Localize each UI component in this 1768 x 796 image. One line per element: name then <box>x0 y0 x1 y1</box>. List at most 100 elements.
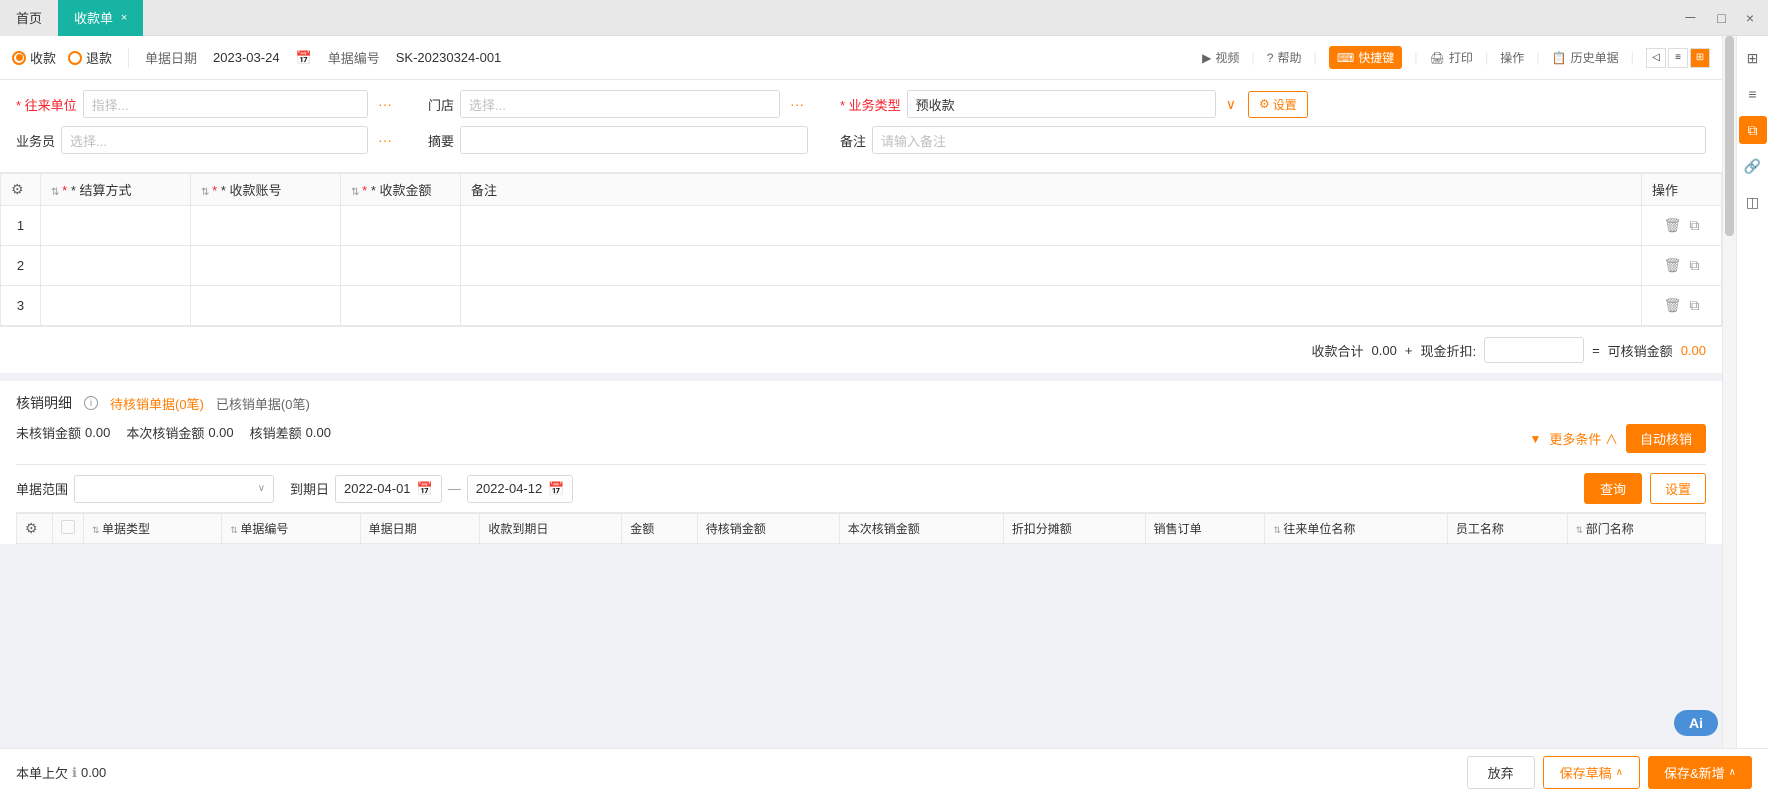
row-num-1: 1 <box>1 206 41 246</box>
equals-sign: = <box>1592 343 1600 358</box>
save-draft-button[interactable]: 保存草稿 ∧ <box>1543 756 1640 789</box>
layout-icon-2[interactable]: ≡ <box>1668 48 1688 68</box>
table-settings-icon[interactable]: ⚙ <box>11 181 24 197</box>
more-conditions-btn[interactable]: 更多条件 ∧ <box>1549 429 1618 448</box>
panel-btn-table[interactable]: ⊞ <box>1739 44 1767 72</box>
store-more-btn[interactable]: ··· <box>786 96 808 112</box>
row-2-settlement[interactable] <box>41 246 191 286</box>
store-input[interactable]: 选择... <box>460 90 780 118</box>
row-2-account[interactable] <box>191 246 341 286</box>
bth-counterparty: ⇅ 往来单位名称 <box>1265 514 1448 544</box>
discount-input[interactable] <box>1484 337 1584 363</box>
row-1-settlement[interactable] <box>41 206 191 246</box>
video-btn[interactable]: ▶ 视频 <box>1202 49 1239 66</box>
stat-diff-label: 核销差额 <box>250 423 302 442</box>
salesperson-input[interactable]: 选择... <box>61 126 368 154</box>
close-button[interactable]: × <box>1740 8 1760 28</box>
radio-tuidan[interactable]: 退款 <box>68 48 112 67</box>
print-btn[interactable]: 🖨 打印 <box>1430 49 1473 66</box>
counterparty-input[interactable]: 指择... <box>83 90 368 118</box>
writeoff-stats: 未核销金额 0.00 本次核销金额 0.00 核销差额 0.00 <box>16 423 331 442</box>
main-scrollbar[interactable] <box>1722 36 1736 748</box>
row-1-account[interactable] <box>191 206 341 246</box>
row-3-remark[interactable] <box>461 286 1642 326</box>
counterparty-field: * 往来单位 指择... ··· <box>16 90 396 118</box>
date-to-field[interactable]: 2022-04-12 📅 <box>467 475 574 503</box>
row-3-settlement[interactable] <box>41 286 191 326</box>
row-3-delete-icon[interactable]: 🗑 <box>1664 297 1682 314</box>
video-icon: ▶ <box>1202 51 1211 65</box>
panel-btn-camera[interactable]: ◫ <box>1739 188 1767 216</box>
discard-button[interactable]: 放弃 <box>1467 756 1535 789</box>
biztype-dropdown-icon[interactable]: ∨ <box>1222 96 1240 113</box>
row-3-copy-icon[interactable]: ⧉ <box>1689 297 1699 314</box>
tab-done[interactable]: 已核销单据(0笔) <box>216 394 310 413</box>
duedate-field: 到期日 2022-04-01 📅 — 2022-04-12 📅 <box>290 475 573 503</box>
salesperson-label: 业务员 <box>16 131 55 150</box>
bth-settings[interactable]: ⚙ <box>17 514 53 544</box>
tab-pending[interactable]: 待核销单据(0笔) <box>110 394 204 413</box>
history-label: 历史单据 <box>1571 49 1619 66</box>
date-label: 单据日期 <box>145 48 197 67</box>
settings-icon: ⚙ <box>1259 97 1270 111</box>
query-button[interactable]: 查询 <box>1584 473 1642 504</box>
help-btn[interactable]: ? 帮助 <box>1267 49 1302 66</box>
tab-home[interactable]: 首页 <box>0 0 58 36</box>
operation-btn[interactable]: 操作 <box>1500 49 1524 66</box>
ai-button[interactable]: Ai <box>1674 710 1718 736</box>
counterparty-more-btn[interactable]: ··· <box>374 96 396 112</box>
bottom-table-settings-icon[interactable]: ⚙ <box>25 520 38 536</box>
print-icon: 🖨 <box>1430 51 1445 65</box>
row-2-amount[interactable] <box>341 246 461 286</box>
row-1-amount[interactable] <box>341 206 461 246</box>
th-action: 操作 <box>1642 174 1722 206</box>
help-icon: ? <box>1267 51 1274 65</box>
row-2-copy-icon[interactable]: ⧉ <box>1689 257 1699 274</box>
print-label: 打印 <box>1449 49 1473 66</box>
bottom-info-icon[interactable]: ℹ <box>72 765 77 781</box>
row-1-copy-icon[interactable]: ⧉ <box>1689 217 1699 234</box>
filter-settings-button[interactable]: 设置 <box>1650 473 1706 504</box>
calendar-icon[interactable]: 📅 <box>296 50 312 66</box>
history-btn[interactable]: 📋 历史单据 <box>1552 49 1619 66</box>
select-all-checkbox[interactable] <box>61 520 75 534</box>
panel-btn-attach[interactable]: 🔗 <box>1739 152 1767 180</box>
auto-writeoff-btn[interactable]: 自动核销 <box>1626 424 1706 453</box>
panel-btn-copy[interactable]: ⧉ <box>1739 116 1767 144</box>
maximize-button[interactable]: □ <box>1711 8 1731 28</box>
range-label: 单据范围 <box>16 479 68 498</box>
layout-icon-1[interactable]: ◁ <box>1646 48 1666 68</box>
range-select[interactable]: ∨ <box>74 475 274 503</box>
radio-shoukuan[interactable]: 收款 <box>12 48 56 67</box>
save-new-button[interactable]: 保存&新增 ∧ <box>1648 756 1752 789</box>
minimize-button[interactable]: － <box>1677 6 1703 30</box>
bottom-table-header-row: ⚙ ⇅ 单据类型 ⇅ 单据编号 单据日期 <box>17 514 1706 544</box>
row-2-delete-icon[interactable]: 🗑 <box>1664 257 1682 274</box>
salesperson-more-btn[interactable]: ··· <box>374 132 396 148</box>
table-row: 3 🗑 ⧉ <box>1 286 1722 326</box>
bth-checkbox[interactable] <box>53 514 84 544</box>
settings-button[interactable]: ⚙ 设置 <box>1248 91 1308 118</box>
video-label: 视频 <box>1215 49 1239 66</box>
bth-order: 销售订单 <box>1145 514 1265 544</box>
remark-input[interactable]: 请输入备注 <box>872 126 1706 154</box>
row-1-remark[interactable] <box>461 206 1642 246</box>
stat-current-label: 本次核销金额 <box>126 423 204 442</box>
bth-dept: ⇅ 部门名称 <box>1567 514 1705 544</box>
tab-close-icon[interactable]: × <box>121 12 127 24</box>
row-2-remark[interactable] <box>461 246 1642 286</box>
row-1-delete-icon[interactable]: 🗑 <box>1664 217 1682 234</box>
date-from-field[interactable]: 2022-04-01 📅 <box>335 475 442 503</box>
biztype-input[interactable]: 预收款 <box>907 90 1216 118</box>
available-value: 0.00 <box>1681 343 1706 358</box>
writeoff-info-icon[interactable]: i <box>84 396 98 410</box>
stat-current: 本次核销金额 0.00 <box>126 423 233 442</box>
th-settings[interactable]: ⚙ <box>1 174 41 206</box>
abstract-input[interactable] <box>460 126 808 154</box>
shortcut-btn[interactable]: ⌨ 快捷键 <box>1329 46 1402 69</box>
row-3-amount[interactable] <box>341 286 461 326</box>
panel-btn-list[interactable]: ≡ <box>1739 80 1767 108</box>
row-3-account[interactable] <box>191 286 341 326</box>
layout-icon-3[interactable]: ⊞ <box>1690 48 1710 68</box>
tab-shoukuan[interactable]: 收款单 × <box>58 0 143 36</box>
